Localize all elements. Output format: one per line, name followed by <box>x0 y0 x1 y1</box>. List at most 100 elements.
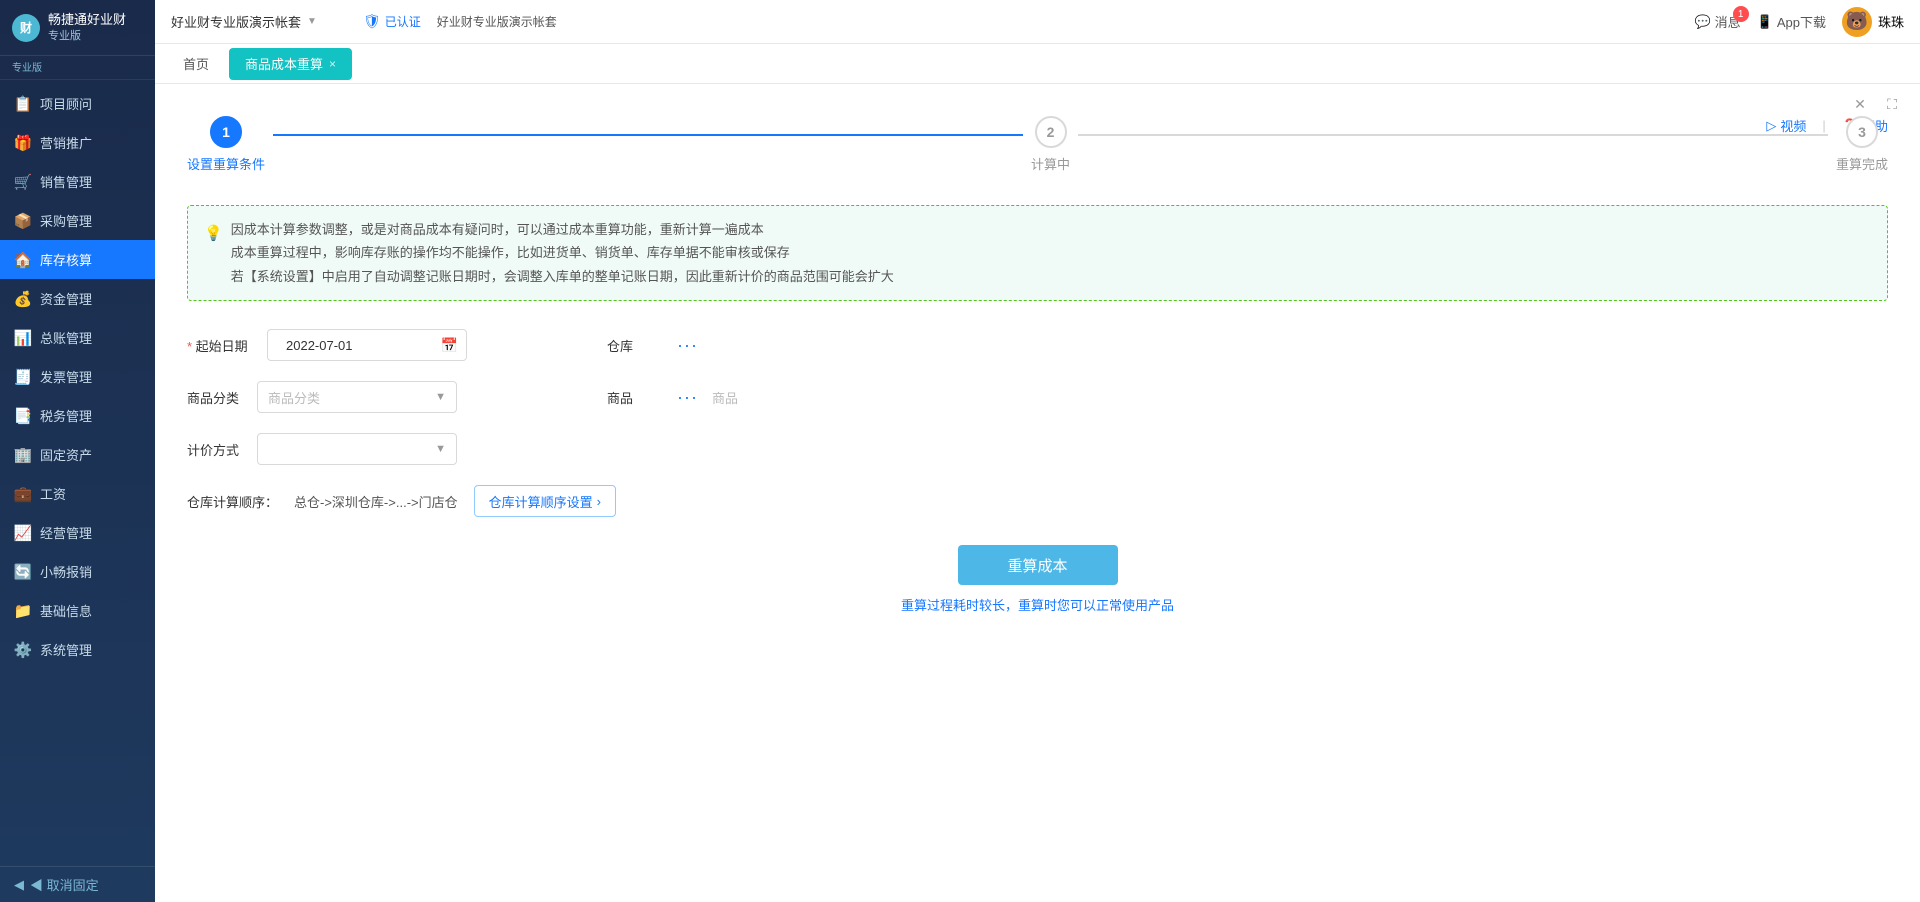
sidebar-item-operations[interactable]: 📈 经营管理 <box>0 513 155 552</box>
avatar-bear-icon: 🐻 <box>1846 11 1868 32</box>
warehouse-label: 仓库 <box>607 336 667 355</box>
purchase-icon: 📦 <box>14 212 32 230</box>
marketing-icon: 🎁 <box>14 134 32 152</box>
product-placeholder: 商品 <box>712 388 738 407</box>
start-date-input-wrapper[interactable]: 📅 <box>267 329 467 361</box>
sidebar-item-assets[interactable]: 🏢 固定资产 <box>0 435 155 474</box>
step-1: 1 设置重算条件 <box>187 116 265 173</box>
form-row-3: 计价方式 ▼ <box>187 433 1888 465</box>
warehouse-order-settings-button[interactable]: 仓库计算顺序设置 › <box>474 485 616 517</box>
sidebar-item-finance[interactable]: 💰 资金管理 <box>0 279 155 318</box>
step-1-circle: 1 <box>210 116 242 148</box>
tab-cost-recalc[interactable]: 商品成本重算 × <box>229 48 352 80</box>
warehouse-field: 仓库 ··· <box>607 335 907 356</box>
warehouse-dots-button[interactable]: ··· <box>677 335 698 356</box>
verified-account-text: 好业财专业版演示帐套 <box>437 13 557 30</box>
step-2-circle: 2 <box>1035 116 1067 148</box>
project-icon: 📋 <box>14 95 32 113</box>
basic-icon: 📁 <box>14 602 32 620</box>
submit-button[interactable]: 重算成本 <box>958 545 1118 585</box>
product-category-field: 商品分类 商品分类 ▼ <box>187 381 567 413</box>
step-line-2 <box>1078 134 1828 136</box>
account-selector[interactable]: 好业财专业版演示帐套 ▼ <box>171 12 351 31</box>
sidebar-item-purchase[interactable]: 📦 采购管理 <box>0 201 155 240</box>
play-icon: ▷ <box>1766 118 1776 134</box>
payroll-icon: 💼 <box>14 485 32 503</box>
system-icon: ⚙️ <box>14 641 32 659</box>
user-menu[interactable]: 🐻 珠珠 <box>1842 7 1904 37</box>
chevron-down-icon: ▼ <box>435 443 446 455</box>
product-label: 商品 <box>607 388 667 407</box>
step-3-circle: 3 <box>1846 116 1878 148</box>
step-3-label: 重算完成 <box>1836 154 1888 173</box>
sidebar-item-marketing[interactable]: 🎁 营销推广 <box>0 123 155 162</box>
start-date-input[interactable] <box>276 329 441 361</box>
info-box: 💡 因成本计算参数调整，或是对商品成本有疑问时，可以通过成本重算功能，重新计算一… <box>187 205 1888 301</box>
tabbar: 首页 商品成本重算 × <box>155 44 1920 84</box>
main-area: 好业财专业版演示帐套 ▼ 🛡 已认证 好业财专业版演示帐套 💬 消息 1 📱 A… <box>155 0 1920 902</box>
sidebar-item-basic[interactable]: 📁 基础信息 <box>0 591 155 630</box>
step-3: 3 重算完成 <box>1836 116 1888 173</box>
submit-hint: 重算过程耗时较长，重算时您可以正常使用产品 <box>901 595 1174 614</box>
tab-close-icon[interactable]: × <box>329 57 336 71</box>
sidebar-item-expense[interactable]: 🔄 小畅报销 <box>0 552 155 591</box>
sidebar-item-project[interactable]: 📋 项目顾问 <box>0 84 155 123</box>
product-field: 商品 ··· 商品 <box>607 387 907 408</box>
message-button[interactable]: 💬 消息 1 <box>1694 12 1740 31</box>
sidebar-item-system[interactable]: ⚙️ 系统管理 <box>0 630 155 669</box>
warehouse-order-label: 仓库计算顺序： <box>187 492 278 511</box>
product-category-value: 商品分类 <box>268 388 320 407</box>
warehouse-order-row: 仓库计算顺序： 总仓->深圳仓库->...->门店仓 仓库计算顺序设置 › <box>187 485 1888 517</box>
cancel-pin-button[interactable]: ◀ ◀ 取消固定 <box>0 866 155 902</box>
submit-area: 重算成本 重算过程耗时较长，重算时您可以正常使用产品 <box>187 545 1888 614</box>
edition-badge: 专业版 <box>0 56 155 80</box>
sidebar: 财 畅捷通好业财 专业版 专业版 📋 项目顾问 🎁 营销推广 🛒 销售管理 📦 … <box>0 0 155 902</box>
message-badge: 1 <box>1733 6 1749 22</box>
step-2-label: 计算中 <box>1031 154 1070 173</box>
pricing-select[interactable]: ▼ <box>257 433 457 465</box>
phone-icon: 📱 <box>1757 14 1773 30</box>
chevron-down-icon: ▼ <box>435 391 446 403</box>
expense-icon: 🔄 <box>14 563 32 581</box>
sidebar-item-tax[interactable]: 📑 税务管理 <box>0 396 155 435</box>
start-date-label: 起始日期 <box>187 336 257 355</box>
app-download-button[interactable]: 📱 App下载 <box>1757 12 1826 31</box>
topbar-actions: 💬 消息 1 📱 App下载 🐻 珠珠 <box>1694 7 1904 37</box>
sidebar-item-payroll[interactable]: 💼 工资 <box>0 474 155 513</box>
finance-icon: 💰 <box>14 290 32 308</box>
account-name: 好业财专业版演示帐套 <box>171 12 301 31</box>
form-row-1: 起始日期 📅 仓库 ··· <box>187 329 1888 361</box>
avatar: 🐻 <box>1842 7 1872 37</box>
video-button[interactable]: ▷ 视频 <box>1766 116 1806 135</box>
username: 珠珠 <box>1878 12 1904 31</box>
topbar: 好业财专业版演示帐套 ▼ 🛡 已认证 好业财专业版演示帐套 💬 消息 1 📱 A… <box>155 0 1920 44</box>
info-icon: 💡 <box>204 220 223 288</box>
sidebar-logo: 财 畅捷通好业财 专业版 <box>0 0 155 56</box>
cancel-pin-icon: ◀ <box>14 877 24 893</box>
tax-icon: 📑 <box>14 407 32 425</box>
info-box-content: 因成本计算参数调整，或是对商品成本有疑问时，可以通过成本重算功能，重新计算一遍成… <box>231 218 894 288</box>
shield-icon: 🛡 <box>363 13 381 30</box>
assets-icon: 🏢 <box>14 446 32 464</box>
product-category-label: 商品分类 <box>187 388 247 407</box>
sidebar-item-accounting[interactable]: 📊 总账管理 <box>0 318 155 357</box>
sidebar-item-invoice[interactable]: 🧾 发票管理 <box>0 357 155 396</box>
verified-badge: 🛡 已认证 <box>363 13 421 30</box>
operations-icon: 📈 <box>14 524 32 542</box>
step-1-label: 设置重算条件 <box>187 154 265 173</box>
tab-home[interactable]: 首页 <box>167 48 225 80</box>
content-area: ✕ ⛶ 1 设置重算条件 2 计算中 3 重算完成 ▷ 视频 <box>155 84 1920 902</box>
product-category-select[interactable]: 商品分类 ▼ <box>257 381 457 413</box>
logo-icon: 财 <box>12 14 40 42</box>
sales-icon: 🛒 <box>14 173 32 191</box>
product-dots-button[interactable]: ··· <box>677 387 698 408</box>
sidebar-item-sales[interactable]: 🛒 销售管理 <box>0 162 155 201</box>
step-2: 2 计算中 <box>1031 116 1070 173</box>
form-row-2: 商品分类 商品分类 ▼ 商品 ··· 商品 <box>187 381 1888 413</box>
calendar-icon[interactable]: 📅 <box>441 337 458 354</box>
start-date-field: 起始日期 📅 <box>187 329 567 361</box>
inventory-icon: 🏠 <box>14 251 32 269</box>
sidebar-item-inventory[interactable]: 🏠 库存核算 <box>0 240 155 279</box>
accounting-icon: 📊 <box>14 329 32 347</box>
logo-text: 畅捷通好业财 专业版 <box>48 12 126 43</box>
